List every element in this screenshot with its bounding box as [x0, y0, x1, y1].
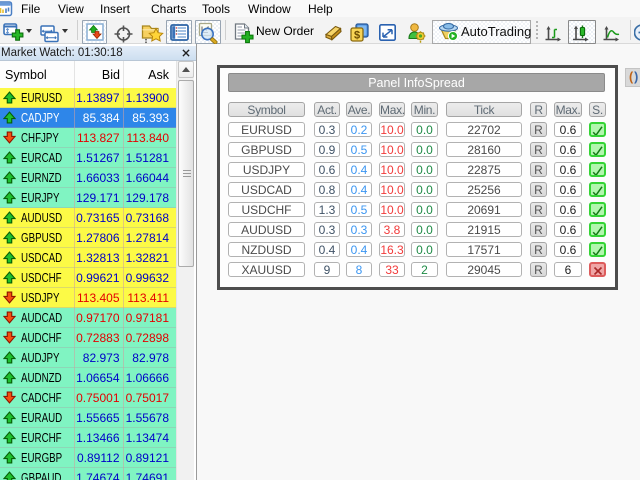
svg-text:$: $	[354, 30, 360, 42]
